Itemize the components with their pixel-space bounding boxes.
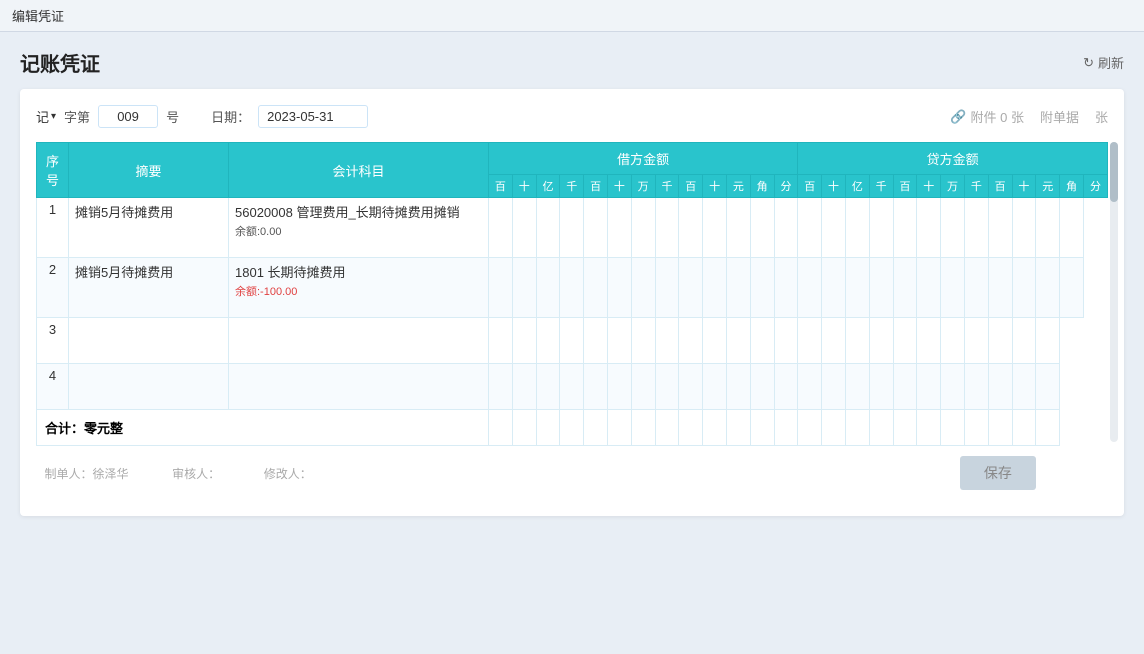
link-icon: 🔗	[950, 109, 966, 125]
attach-single-label[interactable]: 附单据	[1040, 107, 1079, 126]
debit-bai-yi: 百	[489, 175, 513, 198]
row-summary[interactable]: 摊销5月待摊费用	[69, 198, 229, 258]
total-label: 合计：零元整	[37, 410, 489, 446]
table-row: 1 摊销5月待摊费用 56020008 管理费用_长期待摊费用摊销 余额:0.0…	[37, 198, 1108, 258]
debit-qian: 千	[655, 175, 679, 198]
debit-yi: 亿	[536, 175, 560, 198]
row-account[interactable]	[229, 364, 489, 410]
total-row: 合计：零元整	[37, 410, 1108, 446]
page-title: 记账凭证	[20, 48, 100, 77]
debit-shi-wan: 十	[607, 175, 631, 198]
row-seq: 3	[37, 318, 69, 364]
debit-fen: 分	[774, 175, 798, 198]
voucher-number-input[interactable]	[98, 105, 158, 128]
debit-qian-wan: 千	[560, 175, 584, 198]
date-label: 日期：	[211, 107, 250, 126]
credit-bai-wan: 百	[893, 175, 917, 198]
attach-count-label: 张	[1095, 107, 1108, 126]
title-bar-label: 编辑凭证	[12, 9, 64, 24]
zi-label: 字第	[64, 107, 90, 126]
row-account[interactable]: 56020008 管理费用_长期待摊费用摊销 余额:0.00	[229, 198, 489, 258]
reviewer-label: 审核人：	[172, 467, 220, 481]
debit-yuan: 元	[726, 175, 750, 198]
row-summary[interactable]: 摊销5月待摊费用	[69, 258, 229, 318]
refresh-button[interactable]: ↻ 刷新	[1083, 53, 1124, 72]
credit-jiao: 角	[1060, 175, 1084, 198]
col-account: 会计科目	[229, 143, 489, 198]
table-row: 3	[37, 318, 1108, 364]
voucher-table: 序号 摘要 会计科目 借方金额 贷方金额 百 十 亿 千 百 十 万	[36, 142, 1108, 500]
debit-bai-wan: 百	[584, 175, 608, 198]
row-summary[interactable]	[69, 318, 229, 364]
row-seq: 2	[37, 258, 69, 318]
debit-wan: 万	[631, 175, 655, 198]
date-input[interactable]	[258, 105, 368, 128]
credit-fen: 分	[1083, 175, 1107, 198]
credit-shi-yi: 十	[822, 175, 846, 198]
save-button[interactable]: 保存	[960, 456, 1036, 490]
row-summary[interactable]	[69, 364, 229, 410]
credit-shi-wan: 十	[917, 175, 941, 198]
voucher-type: 记 ▾	[36, 107, 56, 126]
col-summary: 摘要	[69, 143, 229, 198]
creator-label: 制单人：徐泽华	[45, 467, 129, 481]
credit-yuan: 元	[1036, 175, 1060, 198]
col-debit-header: 借方金额	[489, 143, 798, 175]
title-bar: 编辑凭证	[0, 0, 1144, 32]
credit-qian-wan: 千	[869, 175, 893, 198]
row-account[interactable]	[229, 318, 489, 364]
credit-wan: 万	[941, 175, 965, 198]
table-row: 4	[37, 364, 1108, 410]
col-seq: 序号	[37, 143, 69, 198]
footer-row: 制单人：徐泽华 审核人： 修改人： 保存	[37, 446, 1108, 501]
row-seq: 4	[37, 364, 69, 410]
debit-shi: 十	[703, 175, 727, 198]
credit-shi: 十	[1012, 175, 1036, 198]
refresh-icon: ↻	[1083, 55, 1094, 71]
attachment-link[interactable]: 🔗 附件 0 张	[950, 107, 1024, 126]
scrollbar-track[interactable]	[1110, 142, 1118, 442]
scrollbar-thumb[interactable]	[1110, 142, 1118, 202]
chevron-down-icon: ▾	[51, 111, 56, 122]
debit-bai: 百	[679, 175, 703, 198]
credit-yi: 亿	[845, 175, 869, 198]
modifier-label: 修改人：	[264, 467, 312, 481]
debit-jiao: 角	[750, 175, 774, 198]
credit-bai: 百	[988, 175, 1012, 198]
table-row: 2 摊销5月待摊费用 1801 长期待摊费用 余额:-100.00	[37, 258, 1108, 318]
row-seq: 1	[37, 198, 69, 258]
row-account[interactable]: 1801 长期待摊费用 余额:-100.00	[229, 258, 489, 318]
credit-bai-yi: 百	[798, 175, 822, 198]
credit-qian: 千	[964, 175, 988, 198]
number-unit: 号	[166, 107, 179, 126]
table-header-row: 序号 摘要 会计科目 借方金额 贷方金额	[37, 143, 1108, 175]
col-credit-header: 贷方金额	[798, 143, 1108, 175]
type-dropdown[interactable]: 记 ▾	[36, 107, 56, 126]
debit-shi-yi: 十	[512, 175, 536, 198]
